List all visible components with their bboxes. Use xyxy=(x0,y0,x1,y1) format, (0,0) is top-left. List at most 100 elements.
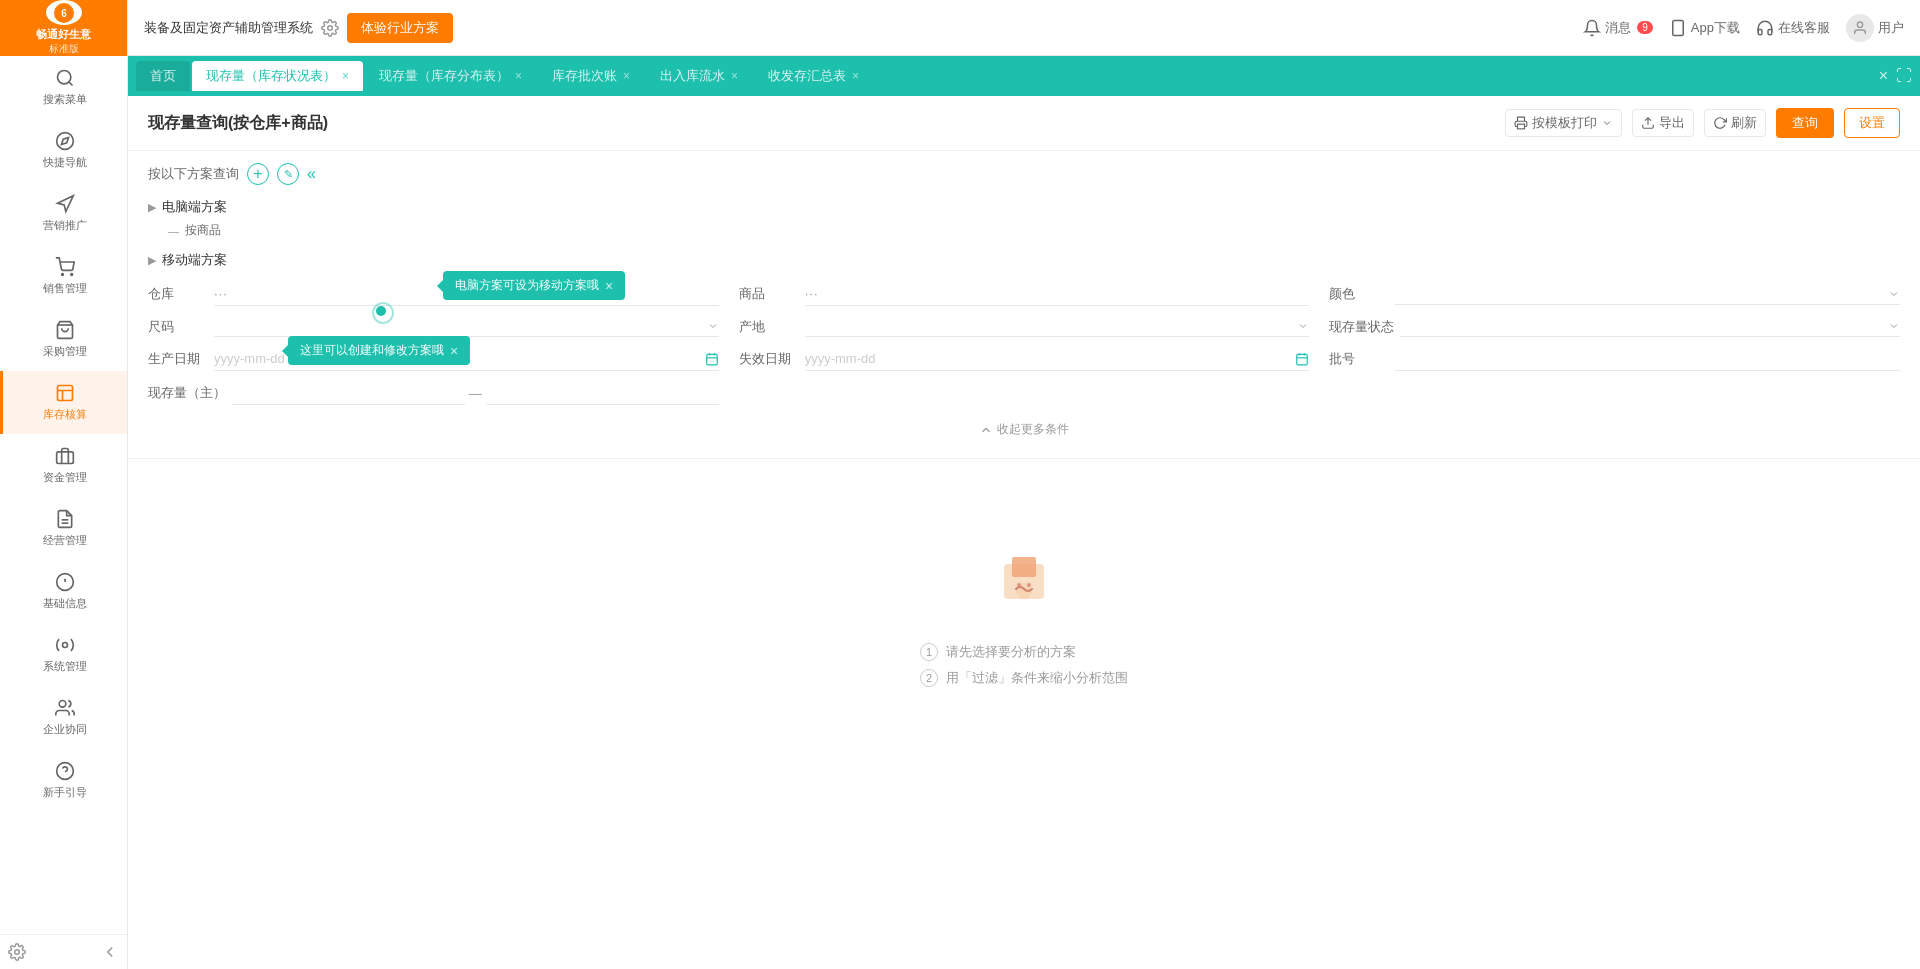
sidebar-item-purchase[interactable]: 采购管理 xyxy=(0,308,127,371)
tab-inventory-dist[interactable]: 现存量（库存分布表） × xyxy=(365,61,536,91)
sidebar-item-basic-info[interactable]: 基础信息 xyxy=(0,560,127,623)
tab-home[interactable]: 首页 xyxy=(136,61,190,91)
app-download-item[interactable]: App下载 xyxy=(1669,19,1740,37)
sidebar-item-quick-nav[interactable]: 快捷导航 xyxy=(0,119,127,182)
scheme-desktop-sub-label: 按商品 xyxy=(185,222,221,239)
color-select[interactable] xyxy=(1395,284,1900,305)
sidebar-item-sales[interactable]: 销售管理 xyxy=(0,245,127,308)
svg-point-2 xyxy=(58,71,71,84)
dot-indicator xyxy=(376,306,386,316)
sidebar-item-marketing[interactable]: 营销推广 xyxy=(0,182,127,245)
svg-point-7 xyxy=(71,274,73,276)
tab-inventory-status-close[interactable]: × xyxy=(342,69,349,83)
tab-receive-send[interactable]: 收发存汇总表 × xyxy=(754,61,873,91)
tab-close-all-icon[interactable]: × xyxy=(1879,67,1888,85)
logo-icon: 6 xyxy=(46,0,82,25)
sidebar-item-finance[interactable]: 资金管理 xyxy=(0,434,127,497)
stock-status-select[interactable] xyxy=(1400,316,1900,337)
online-support-item[interactable]: 在线客服 xyxy=(1756,19,1830,37)
quantity-from-input[interactable] xyxy=(232,381,465,405)
sidebar-bottom xyxy=(0,934,127,969)
tree-mobile-expand-icon[interactable]: ▶ xyxy=(148,254,156,267)
main-content: 装备及固定资产辅助管理系统 体验行业方案 消息 9 App下载 在线客服 xyxy=(128,0,1920,969)
scheme-mobile-label: 移动端方案 xyxy=(162,251,227,269)
sidebar: 6 畅通好生意 标准版 搜索菜单 快捷导航 营销推广 销售管理 采购管理 xyxy=(0,0,128,969)
sidebar-item-inventory[interactable]: 库存核算 xyxy=(0,371,127,434)
quantity-to-input[interactable] xyxy=(486,381,719,405)
svg-point-39 xyxy=(1027,583,1031,587)
page-inner: 现存量查询(按仓库+商品) 按模板打印 导出 刷新 查 xyxy=(128,96,1920,969)
export-btn[interactable]: 导出 xyxy=(1632,109,1694,137)
scheme-tree-desktop: ▶ 电脑端方案 xyxy=(148,195,1900,219)
dot-circle xyxy=(376,306,386,316)
scheme-desktop-label: 电脑端方案 xyxy=(162,198,227,216)
origin-select[interactable] xyxy=(805,316,1310,337)
sidebar-item-label: 快捷导航 xyxy=(43,155,87,170)
expiry-date-label: 失效日期 xyxy=(739,350,799,368)
avatar xyxy=(1846,14,1874,42)
tab-receive-send-close[interactable]: × xyxy=(852,69,859,83)
tab-inventory-dist-close[interactable]: × xyxy=(515,69,522,83)
filter-stock-status: 现存量状态 xyxy=(1329,316,1900,337)
svg-point-17 xyxy=(59,701,66,708)
template-print-btn[interactable]: 按模板打印 xyxy=(1505,109,1622,137)
step1-num: 1 xyxy=(920,643,938,661)
expiry-date-calendar-icon[interactable] xyxy=(1295,352,1309,366)
tab-inventory-status[interactable]: 现存量（库存状况表） × xyxy=(192,61,363,91)
tab-home-label: 首页 xyxy=(150,67,176,85)
tooltip2-close[interactable]: × xyxy=(450,343,458,359)
filter-size: 尺码 xyxy=(148,316,719,337)
page-title: 现存量查询(按仓库+商品) xyxy=(148,113,328,134)
filter-add-btn[interactable]: + xyxy=(247,163,269,185)
header-right: 消息 9 App下载 在线客服 用户 xyxy=(1583,14,1904,42)
tab-in-out-flow[interactable]: 出入库流水 × xyxy=(646,61,752,91)
tab-batch-ledger-close[interactable]: × xyxy=(623,69,630,83)
expiry-date-container xyxy=(805,347,1310,371)
tab-in-out-flow-close[interactable]: × xyxy=(731,69,738,83)
svg-rect-9 xyxy=(58,386,73,401)
sidebar-item-label: 销售管理 xyxy=(43,281,87,296)
color-dropdown-icon xyxy=(1888,288,1900,300)
user-item[interactable]: 用户 xyxy=(1846,14,1904,42)
product-select[interactable]: ··· xyxy=(805,282,1310,306)
svg-rect-25 xyxy=(1518,124,1525,129)
gear-bottom-icon[interactable] xyxy=(8,943,26,961)
origin-dropdown-icon xyxy=(1297,320,1309,332)
notification-item[interactable]: 消息 9 xyxy=(1583,19,1653,37)
sidebar-item-operations[interactable]: 经营管理 xyxy=(0,497,127,560)
sidebar-menu: 搜索菜单 快捷导航 营销推广 销售管理 采购管理 库存核算 资金 xyxy=(0,56,127,934)
warehouse-label: 仓库 xyxy=(148,285,208,303)
collapse-sidebar-icon[interactable] xyxy=(101,943,119,961)
compass-icon xyxy=(55,131,75,151)
trial-btn[interactable]: 体验行业方案 xyxy=(347,13,453,43)
tooltip1-close[interactable]: × xyxy=(605,278,613,294)
settings-btn[interactable]: 设置 xyxy=(1844,108,1900,138)
tab-batch-ledger[interactable]: 库存批次账 × xyxy=(538,61,644,91)
filter-back-btn[interactable]: « xyxy=(307,165,316,183)
sidebar-item-label: 系统管理 xyxy=(43,659,87,674)
sidebar-item-system[interactable]: 系统管理 xyxy=(0,623,127,686)
refresh-icon xyxy=(1713,116,1727,130)
tab-expand-icon[interactable]: ⛶ xyxy=(1896,67,1912,85)
production-date-calendar-icon[interactable] xyxy=(705,352,719,366)
sidebar-item-search-menu[interactable]: 搜索菜单 xyxy=(0,56,127,119)
svg-rect-36 xyxy=(1012,557,1036,577)
tree-expand-icon[interactable]: ▶ xyxy=(148,201,156,214)
search-btn[interactable]: 查询 xyxy=(1776,108,1834,138)
page-actions: 按模板打印 导出 刷新 查询 设置 xyxy=(1505,108,1900,138)
header-settings-icon[interactable] xyxy=(321,19,339,37)
batch-input[interactable] xyxy=(1395,347,1900,371)
refresh-label: 刷新 xyxy=(1731,114,1757,132)
operations-icon xyxy=(55,509,75,529)
tab-receive-send-label: 收发存汇总表 xyxy=(768,67,846,85)
sidebar-item-guide[interactable]: 新手引导 xyxy=(0,749,127,812)
refresh-btn[interactable]: 刷新 xyxy=(1704,109,1766,137)
svg-rect-31 xyxy=(1297,354,1308,365)
tab-inventory-dist-label: 现存量（库存分布表） xyxy=(379,67,509,85)
logo-text: 畅通好生意 xyxy=(36,27,91,42)
expiry-date-input[interactable] xyxy=(805,351,1292,366)
filter-edit-btn[interactable]: ✎ xyxy=(277,163,299,185)
collapse-btn[interactable]: 收起更多条件 xyxy=(148,413,1900,446)
sidebar-item-enterprise[interactable]: 企业协同 xyxy=(0,686,127,749)
size-select[interactable] xyxy=(214,316,719,337)
